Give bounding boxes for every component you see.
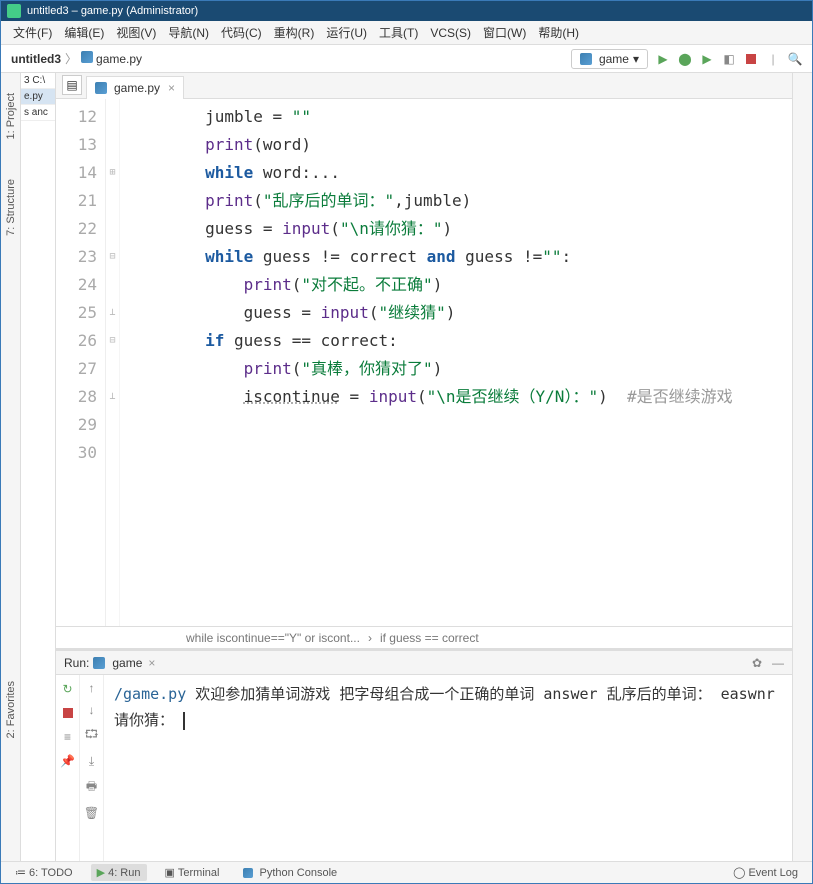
tool-project-tab[interactable]: 1: Project — [5, 93, 17, 139]
attach-button[interactable]: ◧ — [722, 52, 736, 66]
run-panel-target: game — [112, 656, 142, 670]
tool-run-button[interactable]: ▶4: Run — [91, 864, 147, 881]
project-ext-node[interactable]: s anc — [21, 105, 55, 121]
tool-terminal-button[interactable]: ▣Terminal — [159, 864, 226, 881]
console-line: 乱序后的单词： easwnr — [607, 685, 775, 703]
tool-todo-button[interactable]: ≔6: TODO — [9, 864, 79, 881]
code-breadcrumb: while iscontinue=="Y" or iscont... › if … — [56, 626, 792, 648]
up-button[interactable]: ↑ — [89, 681, 95, 695]
menu-run[interactable]: 运行(U) — [322, 21, 371, 44]
window-titlebar: untitled3 – game.py (Administrator) — [1, 1, 812, 21]
soft-wrap-button[interactable]: ⮔ — [84, 725, 98, 746]
event-log-button[interactable]: ◯Event Log — [727, 864, 804, 881]
console-line: 把字母组合成一个正确的单词 — [339, 685, 534, 703]
tab-label: game.py — [114, 81, 160, 95]
project-file-node[interactable]: e.py — [21, 89, 55, 105]
menu-window[interactable]: 窗口(W) — [479, 21, 530, 44]
tool-structure-tab[interactable]: 7: Structure — [5, 179, 17, 236]
project-view[interactable]: 3 C:\ e.py s anc — [21, 73, 56, 861]
right-tool-strip — [792, 73, 812, 861]
python-icon — [93, 657, 105, 669]
console-line: /game.py — [114, 685, 186, 703]
run-toolbar-left: ↻ ≡ 📌 — [56, 675, 80, 861]
text-caret — [183, 712, 185, 730]
console-line: 请你猜： — [114, 711, 174, 729]
chevron-down-icon: ▾ — [633, 52, 639, 66]
code-text[interactable]: jumble = "" print(word) while word:... p… — [120, 99, 792, 626]
crumb-separator-icon: 〉 — [65, 50, 77, 67]
run-config-label: game — [599, 52, 629, 66]
fold-column[interactable]: ⊞ ⊟ ⊥⊟ ⊥ — [106, 99, 120, 626]
run-button[interactable]: ▶ — [656, 52, 670, 66]
menu-refactor[interactable]: 重构(R) — [270, 21, 319, 44]
python-file-icon — [81, 51, 93, 63]
run-panel-title: Run: — [64, 656, 89, 670]
stop-button[interactable] — [744, 52, 758, 66]
run-toolbar-secondary: ↑ ↓ ⮔ ⤓ 🖶 🗑 — [80, 675, 104, 861]
run-minimize-button[interactable]: — — [772, 656, 784, 670]
menu-vcs[interactable]: VCS(S) — [426, 23, 475, 43]
crumb-file[interactable]: game.py — [81, 51, 142, 66]
rerun-button[interactable]: ↻ — [60, 681, 76, 697]
down-button[interactable]: ↓ — [89, 703, 95, 717]
status-bar: ≔6: TODO ▶4: Run ▣Terminal Python Consol… — [1, 861, 812, 883]
navigation-bar: untitled3 〉 game.py game ▾ ▶ ⬤ ▶ ◧ | 🔍 — [1, 45, 812, 73]
project-root-node[interactable]: 3 C:\ — [21, 73, 55, 89]
run-config-selector[interactable]: game ▾ — [571, 49, 648, 69]
run-settings-button[interactable]: ✿ — [752, 656, 762, 670]
app-icon — [7, 4, 21, 18]
console-line: 欢迎参加猜单词游戏 — [195, 685, 330, 703]
breadcrumb-separator-icon: › — [368, 631, 372, 645]
menu-tools[interactable]: 工具(T) — [375, 21, 422, 44]
editor-tabbar: ▤ game.py × — [56, 73, 792, 99]
menu-file[interactable]: 文件(F) — [9, 21, 56, 44]
menu-help[interactable]: 帮助(H) — [534, 21, 583, 44]
run-with-coverage-button[interactable]: ▶ — [700, 52, 714, 66]
menu-bar: 文件(F) 编辑(E) 视图(V) 导航(N) 代码(C) 重构(R) 运行(U… — [1, 21, 812, 45]
menu-code[interactable]: 代码(C) — [217, 21, 266, 44]
divider: | — [766, 52, 780, 66]
python-icon — [580, 53, 592, 65]
run-panel: Run: game × ✿ — ↻ ≡ 📌 — [56, 651, 792, 861]
code-editor[interactable]: 12131421222324252627282930 ⊞ ⊟ ⊥⊟ ⊥ jumb… — [56, 99, 792, 626]
delete-button[interactable]: 🗑 — [84, 806, 99, 820]
stop-run-button[interactable] — [60, 705, 76, 721]
breadcrumb-scope-1[interactable]: while iscontinue=="Y" or iscont... — [186, 631, 360, 645]
tool-python-console-button[interactable]: Python Console — [237, 865, 343, 881]
search-everywhere-button[interactable]: 🔍 — [788, 52, 802, 66]
window-title: untitled3 – game.py (Administrator) — [27, 5, 198, 17]
line-numbers: 12131421222324252627282930 — [56, 99, 106, 626]
console-output[interactable]: /game.py 欢迎参加猜单词游戏 把字母组合成一个正确的单词 answer … — [104, 675, 792, 861]
crumb-project[interactable]: untitled3 — [11, 52, 61, 66]
breadcrumb-scope-2[interactable]: if guess == correct — [380, 631, 479, 645]
menu-view[interactable]: 视图(V) — [112, 21, 160, 44]
tab-close-icon[interactable]: × — [168, 81, 175, 95]
pin-button[interactable]: 📌 — [60, 753, 76, 769]
collapse-project-button[interactable]: ▤ — [62, 75, 82, 95]
python-file-icon — [95, 82, 107, 94]
debug-button[interactable]: ⬤ — [678, 52, 692, 66]
menu-navigate[interactable]: 导航(N) — [164, 21, 213, 44]
scroll-end-button[interactable]: ⤓ — [89, 754, 94, 769]
tab-game-py[interactable]: game.py × — [86, 76, 184, 99]
layout-button[interactable]: ≡ — [60, 729, 76, 745]
tool-favorites-tab[interactable]: 2: Favorites — [5, 681, 17, 738]
menu-edit[interactable]: 编辑(E) — [60, 21, 108, 44]
run-tab-close-icon[interactable]: × — [148, 656, 155, 670]
console-line: answer — [543, 685, 597, 703]
print-button[interactable]: 🖶 — [86, 777, 97, 798]
